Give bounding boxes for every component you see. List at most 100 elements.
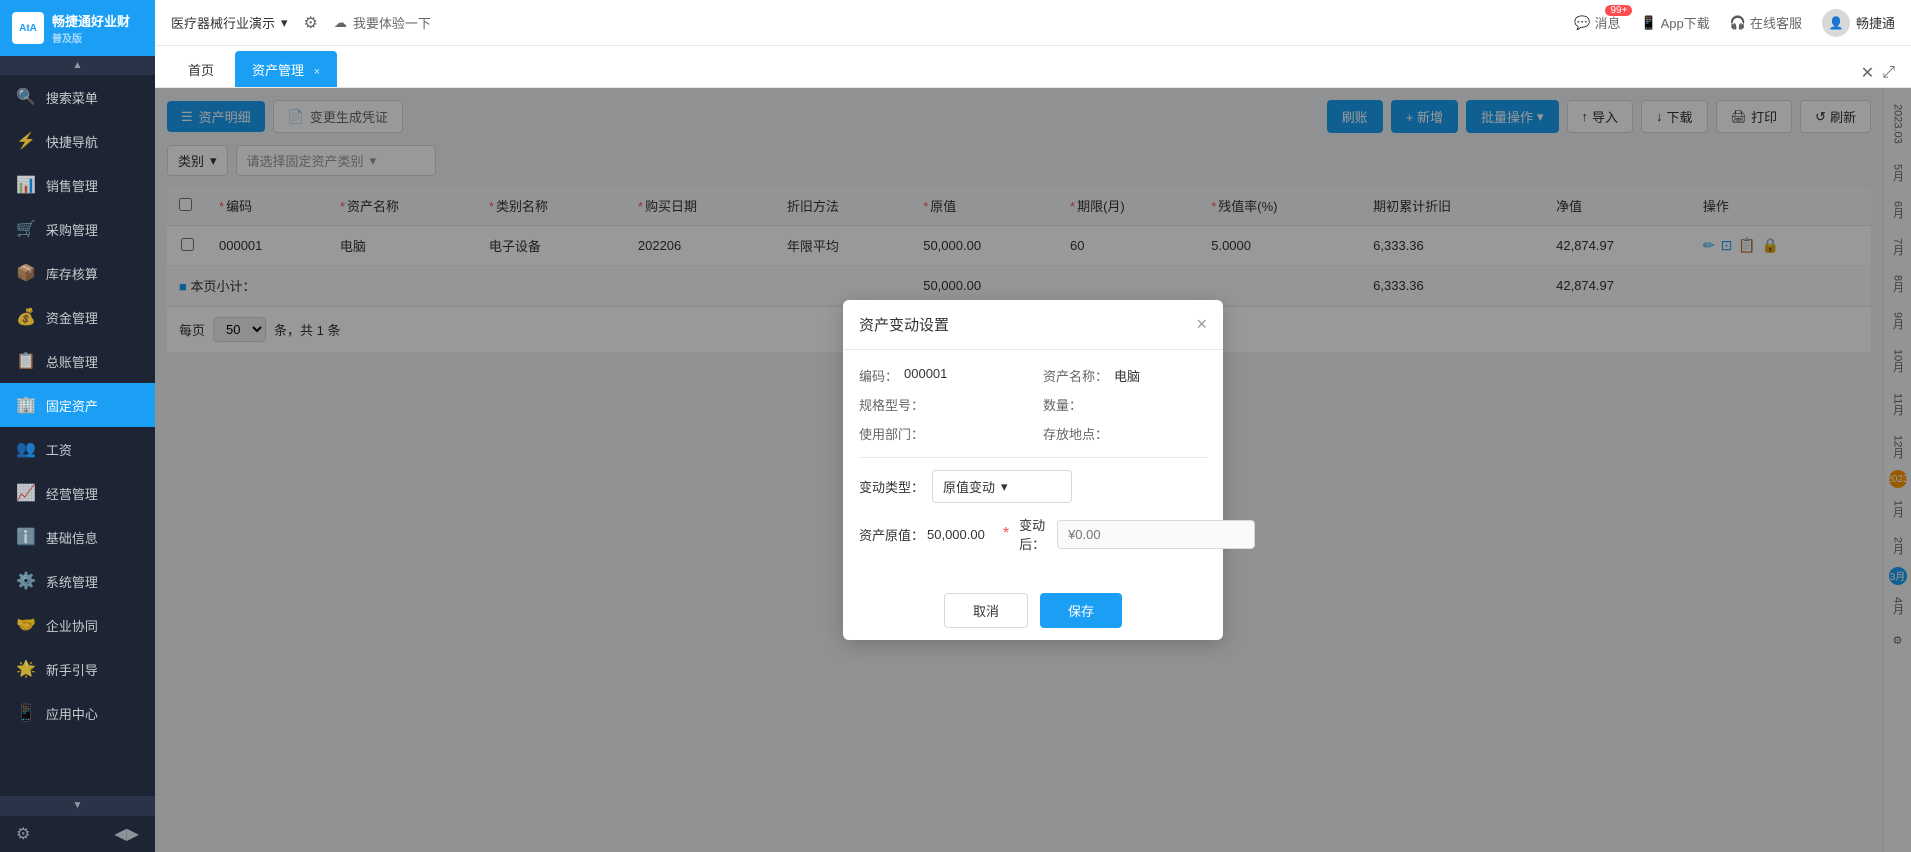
quicknav-icon: ⚡ <box>16 131 36 151</box>
modal-spec-item: 规格型号： <box>859 395 1023 414</box>
modal-code-label: 编码： <box>859 366 898 385</box>
topbar-settings-icon[interactable]: ⚙ <box>304 13 318 33</box>
modal-after-change-input[interactable] <box>1057 520 1255 549</box>
sidebar-bottom: ⚙ ◀▶ <box>0 815 155 852</box>
sidebar-item-label: 库存核算 <box>46 264 98 283</box>
modal-storage-item: 存放地点： <box>1043 424 1207 443</box>
purchase-icon: 🛒 <box>16 219 36 239</box>
sidebar-scroll-up[interactable]: ▲ <box>0 56 155 75</box>
modal-spec-label: 规格型号： <box>859 395 924 414</box>
modal-asset-value-row: 资产原值： 50,000.00 * 变动后： <box>859 515 1207 553</box>
modal-body: 编码： 000001 资产名称： 电脑 规格型号： 数量： <box>843 350 1223 581</box>
sidebar-item-basic-info[interactable]: ℹ️ 基础信息 <box>0 515 155 559</box>
topbar: 医疗器械行业演示 ▾ ⚙ ☁ 我要体验一下 💬 消息 99+ 📱 App下载 🎧… <box>155 0 1911 46</box>
sidebar-item-sales[interactable]: 📊 销售管理 <box>0 163 155 207</box>
app-download-label: App下载 <box>1661 13 1710 32</box>
message-icon: 💬 <box>1574 15 1590 31</box>
system-icon: ⚙️ <box>16 571 36 591</box>
sidebar-item-capital[interactable]: 💰 资金管理 <box>0 295 155 339</box>
sidebar-item-operations[interactable]: 📈 经营管理 <box>0 471 155 515</box>
modal-name-label: 资产名称： <box>1043 366 1108 385</box>
tab-maximize-btn[interactable]: ⤢ <box>1882 64 1895 82</box>
sidebar-item-label: 企业协同 <box>46 616 98 635</box>
sidebar-item-label: 工资 <box>46 440 72 459</box>
sidebar-item-label: 采购管理 <box>46 220 98 239</box>
app-name: 畅捷通好业财 <box>52 11 130 30</box>
basic-info-icon: ℹ️ <box>16 527 36 547</box>
online-service-btn[interactable]: 🎧 在线客服 <box>1730 13 1802 32</box>
collapse-icon[interactable]: ◀▶ <box>114 824 139 844</box>
modal-divider <box>859 457 1207 458</box>
modal-code-item: 编码： 000001 <box>859 366 1023 385</box>
topbar-right: 💬 消息 99+ 📱 App下载 🎧 在线客服 👤 畅捷通 <box>1574 9 1895 37</box>
sales-icon: 📊 <box>16 175 36 195</box>
sidebar-item-search[interactable]: 🔍 搜索菜单 <box>0 75 155 119</box>
fixed-assets-icon: 🏢 <box>16 395 36 415</box>
guide-icon: 🌟 <box>16 659 36 679</box>
modal-name-value: 电脑 <box>1114 366 1140 385</box>
app-logo: AtA 畅捷通好业财 普及版 <box>0 0 155 56</box>
tabs-right-controls: ✕ ⤢ <box>1861 63 1895 87</box>
modal-name-item: 资产名称： 电脑 <box>1043 366 1207 385</box>
app-name-block: 畅捷通好业财 普及版 <box>52 11 130 45</box>
modal-asset-value-display: 50,000.00 <box>927 521 995 548</box>
company-dropdown-icon: ▾ <box>281 15 288 31</box>
sidebar-item-purchase[interactable]: 🛒 采购管理 <box>0 207 155 251</box>
user-menu[interactable]: 👤 畅捷通 <box>1822 9 1895 37</box>
content-area: ☰ 资产明细 📄 变更生成凭证 刷账 + 新增 批量操作 ▾ ↑ <box>155 88 1911 852</box>
settings-bottom-icon[interactable]: ⚙ <box>16 824 30 844</box>
modal-quantity-label: 数量： <box>1043 395 1082 414</box>
sidebar-item-fixed-assets[interactable]: 🏢 固定资产 <box>0 383 155 427</box>
modal-change-type-label: 变动类型： <box>859 477 924 496</box>
modal-asset-value-label: 资产原值： <box>859 525 919 544</box>
company-name: 医疗器械行业演示 <box>171 13 275 32</box>
ledger-icon: 📋 <box>16 351 36 371</box>
sidebar-item-quicknav[interactable]: ⚡ 快捷导航 <box>0 119 155 163</box>
message-badge: 99+ <box>1605 5 1632 16</box>
sidebar-item-label: 资金管理 <box>46 308 98 327</box>
company-selector[interactable]: 医疗器械行业演示 ▾ <box>171 13 288 32</box>
operations-icon: 📈 <box>16 483 36 503</box>
modal-quantity-item: 数量： <box>1043 395 1207 414</box>
tab-asset-mgmt-label: 资产管理 <box>252 63 304 78</box>
sidebar-item-label: 新手引导 <box>46 660 98 679</box>
modal-overlay: 资产变动设置 × 编码： 000001 资产名称： 电脑 <box>155 88 1911 852</box>
sidebar: AtA 畅捷通好业财 普及版 ▲ 🔍 搜索菜单 ⚡ 快捷导航 📊 销售管理 🛒 … <box>0 0 155 852</box>
sidebar-scroll-down[interactable]: ▼ <box>0 796 155 815</box>
tab-close-icon[interactable]: × <box>314 66 320 78</box>
sidebar-item-inventory[interactable]: 📦 库存核算 <box>0 251 155 295</box>
tabs-bar: 首页 资产管理 × ✕ ⤢ <box>155 46 1911 88</box>
try-experience-btn[interactable]: ☁ 我要体验一下 <box>334 13 431 32</box>
change-type-dropdown-icon: ▾ <box>1001 479 1008 495</box>
sidebar-item-label: 应用中心 <box>46 704 98 723</box>
online-service-label: 在线客服 <box>1750 13 1802 32</box>
sidebar-item-label: 快捷导航 <box>46 132 98 151</box>
sidebar-item-label: 固定资产 <box>46 396 98 415</box>
search-icon: 🔍 <box>16 87 36 107</box>
sidebar-item-label: 系统管理 <box>46 572 98 591</box>
modal-change-type-value: 原值变动 <box>943 477 995 496</box>
modal-storage-label: 存放地点： <box>1043 424 1108 443</box>
tab-asset-mgmt[interactable]: 资产管理 × <box>235 51 337 87</box>
sidebar-item-label: 基础信息 <box>46 528 98 547</box>
sidebar-item-app-center[interactable]: 📱 应用中心 <box>0 691 155 735</box>
modal-save-btn[interactable]: 保存 <box>1040 593 1122 628</box>
tab-close-window-btn[interactable]: ✕ <box>1861 63 1874 83</box>
sidebar-item-guide[interactable]: 🌟 新手引导 <box>0 647 155 691</box>
tab-home[interactable]: 首页 <box>171 51 231 87</box>
sidebar-item-enterprise[interactable]: 🤝 企业协同 <box>0 603 155 647</box>
modal-change-type-select[interactable]: 原值变动 ▾ <box>932 470 1072 503</box>
inventory-icon: 📦 <box>16 263 36 283</box>
modal-close-btn[interactable]: × <box>1196 314 1207 335</box>
sidebar-item-system[interactable]: ⚙️ 系统管理 <box>0 559 155 603</box>
service-icon: 🎧 <box>1730 15 1746 31</box>
required-star: * <box>1003 525 1009 543</box>
app-edition: 普及版 <box>52 30 130 45</box>
message-btn[interactable]: 💬 消息 99+ <box>1574 13 1620 32</box>
app-download-btn[interactable]: 📱 App下载 <box>1640 13 1709 32</box>
modal-cancel-btn[interactable]: 取消 <box>944 593 1028 628</box>
modal-footer: 取消 保存 <box>843 581 1223 640</box>
sidebar-item-payroll[interactable]: 👥 工资 <box>0 427 155 471</box>
modal-title: 资产变动设置 <box>859 314 949 335</box>
sidebar-item-ledger[interactable]: 📋 总账管理 <box>0 339 155 383</box>
